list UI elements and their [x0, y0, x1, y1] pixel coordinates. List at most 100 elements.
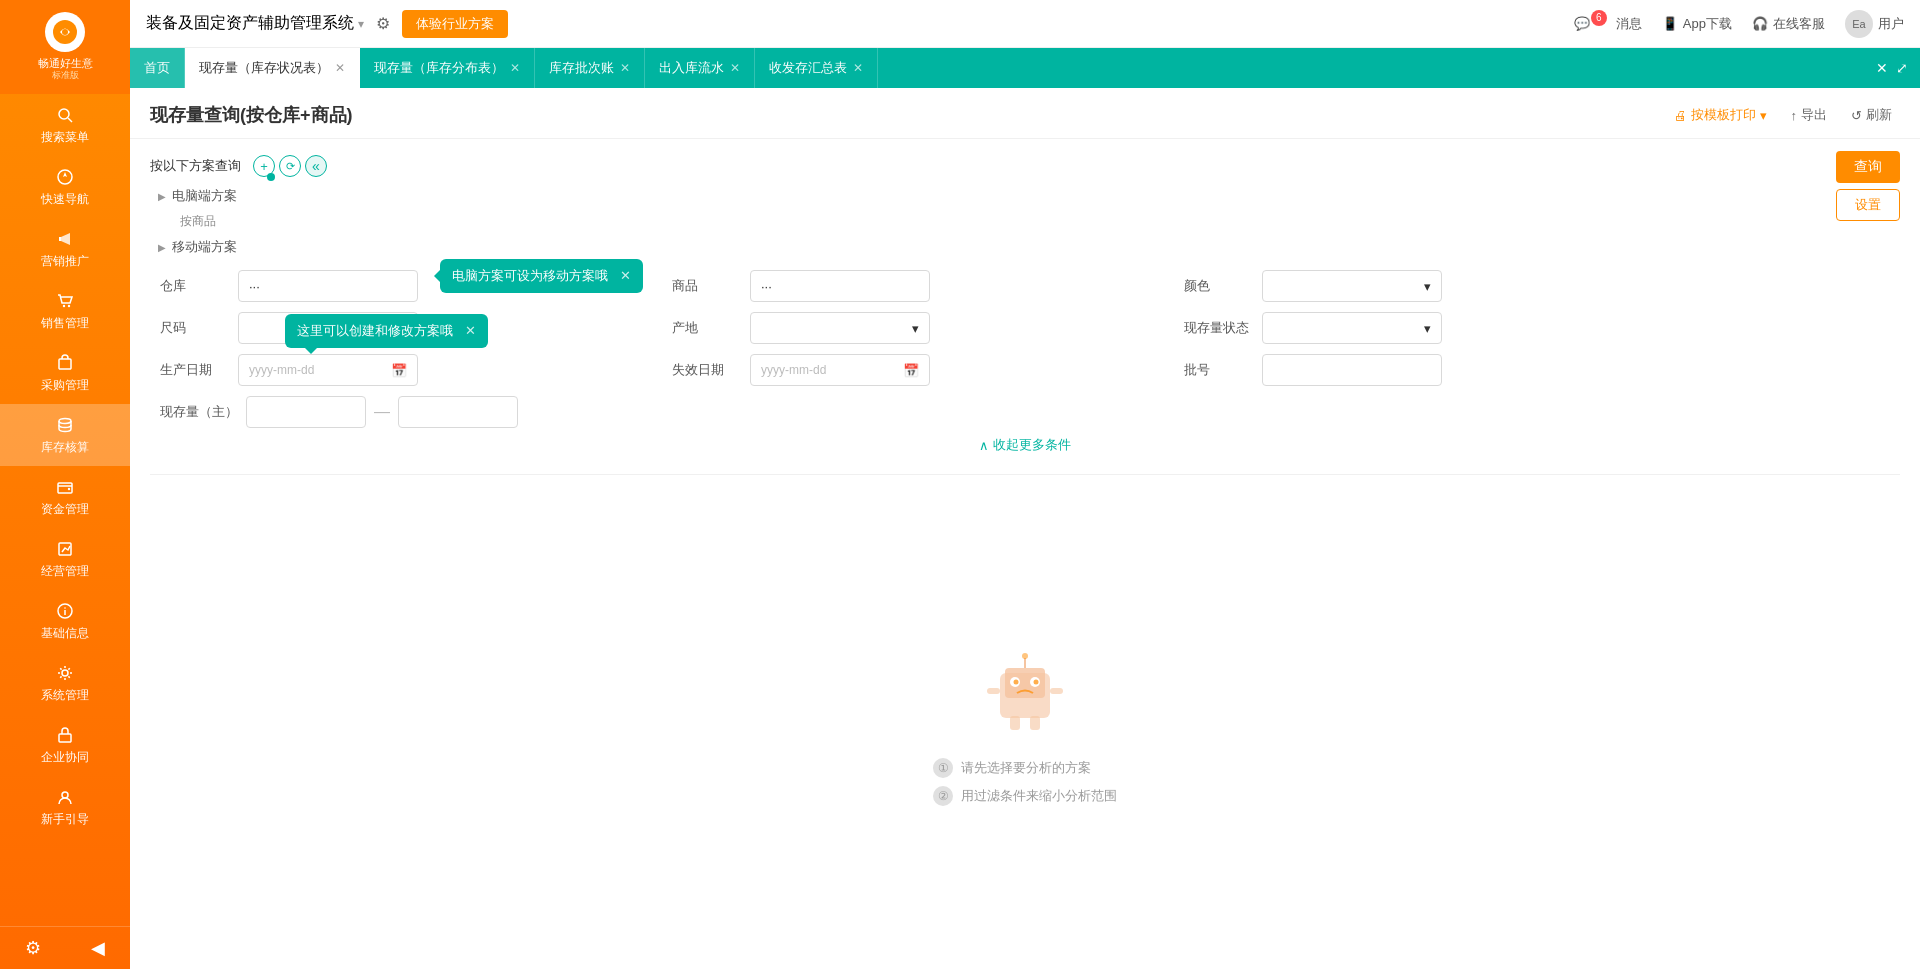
- sidebar-item-system[interactable]: 系统管理: [0, 652, 130, 714]
- phone-icon: 📱: [1662, 16, 1678, 31]
- export-btn[interactable]: ↑ 导出: [1783, 102, 1836, 128]
- tab-close-inventory-dist[interactable]: ✕: [510, 61, 520, 75]
- exp-date-placeholder: yyyy-mm-dd: [761, 363, 826, 377]
- mobile-scheme-node[interactable]: ▶ 移动端方案: [158, 234, 1900, 260]
- industry-btn[interactable]: 体验行业方案: [402, 10, 508, 38]
- svg-point-7: [68, 305, 70, 307]
- topbar-right: 💬 6 消息 📱 App下载 🎧 在线客服 Ea 用户: [1574, 10, 1904, 38]
- stock-main-input-max[interactable]: [398, 396, 518, 428]
- search-btn[interactable]: 查询: [1836, 151, 1900, 183]
- print-dropdown-arrow: ▾: [1760, 108, 1767, 123]
- step-num-2: ②: [933, 786, 953, 806]
- sidebar-item-sales[interactable]: 销售管理: [0, 280, 130, 342]
- prod-date-calendar-icon[interactable]: 📅: [391, 363, 407, 378]
- svg-point-22: [1014, 680, 1019, 685]
- collapse-btn[interactable]: ∧ 收起更多条件: [150, 428, 1900, 462]
- set-btn[interactable]: 设置: [1836, 189, 1900, 221]
- topbar-gear-icon[interactable]: ⚙: [376, 14, 390, 33]
- sidebar-item-operations[interactable]: 经营管理: [0, 528, 130, 590]
- stock-main-group: 现存量（主） —: [160, 396, 660, 428]
- user-avatar: Ea: [1845, 10, 1873, 38]
- print-btn[interactable]: 🖨 按模板打印 ▾: [1666, 102, 1775, 128]
- sub-label-node: 按商品: [180, 209, 1900, 234]
- svg-point-14: [64, 607, 66, 609]
- tab-close-inout-flow[interactable]: ✕: [730, 61, 740, 75]
- sidebar-item-enterprise[interactable]: 企业协同: [0, 714, 130, 776]
- sidebar-nav: 搜索菜单 快速导航 营销推广 销售管理 采购管理: [0, 94, 130, 926]
- user-area[interactable]: Ea 用户: [1845, 10, 1904, 38]
- tooltip1-close[interactable]: ✕: [620, 268, 631, 283]
- stock-status-arrow: ▾: [1424, 321, 1431, 336]
- sidebar-logo: 畅通好生意 标准版: [0, 0, 130, 94]
- database-icon: [54, 414, 76, 436]
- system-title-select[interactable]: 装备及固定资产辅助管理系统 ▾: [146, 13, 364, 34]
- sidebar-settings-btn[interactable]: ⚙: [25, 937, 41, 959]
- tab-home[interactable]: 首页: [130, 48, 185, 88]
- svg-rect-16: [59, 734, 71, 742]
- exp-date-input[interactable]: yyyy-mm-dd 📅: [750, 354, 930, 386]
- message-icon: 💬: [1574, 16, 1590, 31]
- filter-label-row: 按以下方案查询 + ⟳ «: [150, 151, 1900, 181]
- tab-inventory-status[interactable]: 现存量（库存状况表） ✕: [185, 48, 360, 88]
- sidebar-item-purchase[interactable]: 采购管理: [0, 342, 130, 404]
- svg-point-1: [62, 29, 68, 35]
- mobile-scheme-label: 移动端方案: [172, 238, 237, 256]
- desktop-scheme-node[interactable]: ▶ 电脑端方案: [158, 183, 1900, 209]
- megaphone-icon: [54, 228, 76, 250]
- color-dropdown-arrow: ▾: [1424, 279, 1431, 294]
- settings-icon: [54, 662, 76, 684]
- wallet-icon: [54, 476, 76, 498]
- prod-date-label: 生产日期: [160, 361, 230, 379]
- online-support-btn[interactable]: 🎧 在线客服: [1752, 15, 1825, 33]
- color-select[interactable]: ▾: [1262, 270, 1442, 302]
- stock-status-select[interactable]: ▾: [1262, 312, 1442, 344]
- tooltip-create-scheme: 这里可以创建和修改方案哦 ✕: [285, 314, 488, 348]
- tab-close-all[interactable]: ✕: [1876, 60, 1888, 76]
- sidebar-collapse-btn[interactable]: ◀: [91, 937, 105, 959]
- purchase-icon: [54, 352, 76, 374]
- svg-point-6: [63, 305, 65, 307]
- tab-receive-summary[interactable]: 收发存汇总表 ✕: [755, 48, 878, 88]
- refresh-btn[interactable]: ↺ 刷新: [1843, 102, 1900, 128]
- tab-inventory-dist[interactable]: 现存量（库存分布表） ✕: [360, 48, 535, 88]
- scheme-arrow-right: ▶: [158, 191, 166, 202]
- filter-row-4: 现存量（主） —: [160, 396, 1900, 428]
- tab-close-receive-summary[interactable]: ✕: [853, 61, 863, 75]
- stock-main-input-min[interactable]: [246, 396, 366, 428]
- sidebar-item-quicknav[interactable]: 快速导航: [0, 156, 130, 218]
- warehouse-field[interactable]: ···: [238, 270, 418, 302]
- empty-step-2: ② 用过滤条件来缩小分析范围: [933, 786, 1117, 806]
- content-inner: 现存量查询(按仓库+商品) 🖨 按模板打印 ▾ ↑ 导出 ↺ 刷新: [130, 88, 1920, 969]
- tab-maximize[interactable]: ⤢: [1896, 60, 1908, 76]
- tab-close-inventory-status[interactable]: ✕: [335, 61, 345, 75]
- app-download-btn[interactable]: 📱 App下载: [1662, 15, 1732, 33]
- content-header: 现存量查询(按仓库+商品) 🖨 按模板打印 ▾ ↑ 导出 ↺ 刷新: [130, 88, 1920, 139]
- goods-field[interactable]: ···: [750, 270, 930, 302]
- sidebar-item-basic[interactable]: 基础信息: [0, 590, 130, 652]
- tab-batch-ledger[interactable]: 库存批次账 ✕: [535, 48, 645, 88]
- tab-close-batch-ledger[interactable]: ✕: [620, 61, 630, 75]
- headset-icon: 🎧: [1752, 16, 1768, 31]
- notifications-btn[interactable]: 💬 6 消息: [1574, 15, 1642, 33]
- sidebar-item-finance[interactable]: 资金管理: [0, 466, 130, 528]
- filter-back-btn[interactable]: «: [305, 155, 327, 177]
- filter-row-1: 仓库 ··· 商品 ··· 颜色: [160, 270, 1900, 302]
- content-actions: 🖨 按模板打印 ▾ ↑ 导出 ↺ 刷新: [1666, 102, 1901, 128]
- sidebar-item-guide[interactable]: 新手引导: [0, 776, 130, 838]
- origin-select[interactable]: ▾: [750, 312, 930, 344]
- exp-date-calendar-icon[interactable]: 📅: [903, 363, 919, 378]
- topbar-left: 装备及固定资产辅助管理系统 ▾ ⚙ 体验行业方案: [146, 10, 508, 38]
- sidebar-item-search[interactable]: 搜索菜单: [0, 94, 130, 156]
- sidebar-item-marketing[interactable]: 营销推广: [0, 218, 130, 280]
- empty-icon: [975, 638, 1075, 738]
- tooltip2-close[interactable]: ✕: [465, 323, 476, 338]
- filter-edit-btn[interactable]: ⟳: [279, 155, 301, 177]
- tabbar-actions: ✕ ⤢: [1876, 60, 1920, 76]
- batch-group: 批号: [1184, 354, 1684, 386]
- tab-inout-flow[interactable]: 出入库流水 ✕: [645, 48, 755, 88]
- goods-dots: ···: [761, 279, 772, 294]
- sidebar-item-inventory[interactable]: 库存核算: [0, 404, 130, 466]
- batch-input[interactable]: [1262, 354, 1442, 386]
- prod-date-input[interactable]: yyyy-mm-dd 📅: [238, 354, 418, 386]
- exp-date-label: 失效日期: [672, 361, 742, 379]
